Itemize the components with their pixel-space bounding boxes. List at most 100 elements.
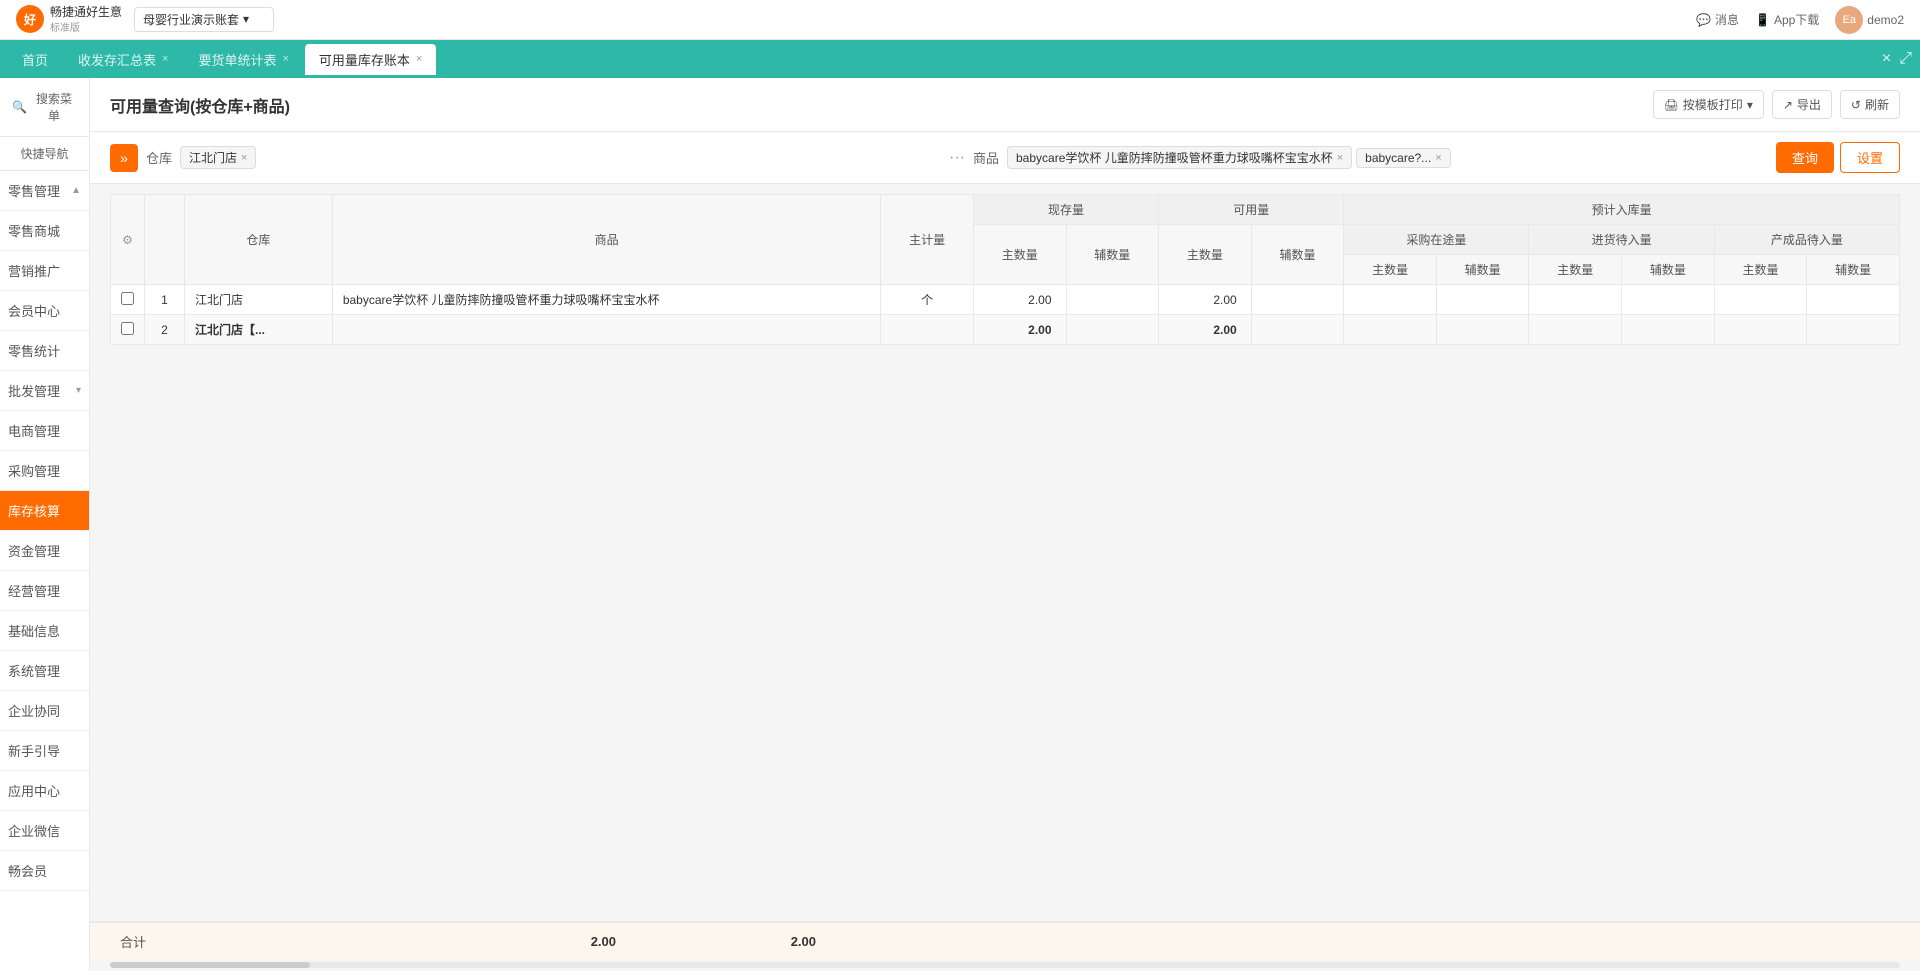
- filter-bar: » 仓库 江北门店 × ··· 商品 babycare学饮杯 儿童防摔防撞吸管杯…: [90, 132, 1920, 184]
- row2-check[interactable]: [121, 322, 134, 335]
- sidebar-item-enterprise[interactable]: 企业协同: [0, 691, 89, 731]
- sidebar-item-vip[interactable]: 畅会员: [0, 851, 89, 891]
- avatar: Ea: [1835, 6, 1863, 34]
- logo-sub: 标准版: [50, 19, 122, 34]
- th-production-pending: 产成品待入量: [1714, 225, 1899, 255]
- warehouse-tag-close[interactable]: ×: [241, 152, 247, 164]
- product-tag-text-1: babycare学饮杯 儿童防摔防撞吸管杯重力球吸嘴杯宝宝水杯: [1016, 149, 1333, 166]
- search-menu-button[interactable]: 🔍 搜索菜单: [8, 86, 81, 128]
- sidebar-item-retail-mgmt[interactable]: 零售管理 ▲: [0, 171, 89, 211]
- horizontal-scrollbar[interactable]: [110, 962, 1900, 968]
- row2-avail-main: 2.00: [1159, 315, 1252, 345]
- row1-current-aux: [1066, 285, 1159, 315]
- row2-unit: [881, 315, 974, 345]
- sidebar-item-ecommerce[interactable]: 电商管理: [0, 411, 89, 451]
- maximize-icon[interactable]: ⤢: [1899, 50, 1912, 68]
- tab-available-ledger[interactable]: 可用量库存账本 ×: [305, 44, 436, 75]
- app-download-action[interactable]: 📱 App下载: [1755, 11, 1819, 28]
- content-area: 可用量查询(按仓库+商品) 🖨 按模板打印 ▾ ↗ 导出 ↺ 刷新: [90, 78, 1920, 971]
- close-window-icon[interactable]: ×: [1882, 50, 1891, 68]
- table-row: 1 江北门店 babycare学饮杯 儿童防摔防撞吸管杯重力球吸嘴杯宝宝水杯 个…: [111, 285, 1900, 315]
- sidebar-item-new-guide[interactable]: 新手引导: [0, 731, 89, 771]
- settings-button[interactable]: 设置: [1840, 142, 1900, 173]
- wechat-label: 企业微信: [8, 821, 60, 840]
- purchase-label: 采购管理: [8, 461, 60, 480]
- wholesale-label: 批发管理: [8, 381, 60, 400]
- scroll-thumb[interactable]: [110, 962, 310, 968]
- sidebar-item-member[interactable]: 会员中心: [0, 291, 89, 331]
- tab-bar: 首页 收发存汇总表 × 要货单统计表 × 可用量库存账本 × × ⤢: [0, 40, 1920, 78]
- system-label: 系统管理: [8, 661, 60, 680]
- row2-checkbox[interactable]: [111, 315, 145, 345]
- sidebar-item-marketing[interactable]: 营销推广: [0, 251, 89, 291]
- query-button[interactable]: 查询: [1776, 142, 1834, 173]
- tab-order-stats[interactable]: 要货单统计表 ×: [184, 44, 302, 75]
- tab-receive-summary[interactable]: 收发存汇总表 ×: [64, 44, 182, 75]
- sidebar-search-area: 🔍 搜索菜单: [0, 78, 89, 137]
- basic-info-label: 基础信息: [8, 621, 60, 640]
- message-label: 消息: [1715, 11, 1739, 28]
- quick-nav-button[interactable]: 快捷导航: [0, 137, 89, 171]
- enterprise-label: 企业协同: [8, 701, 60, 720]
- th-procure-main: 主数量: [1344, 255, 1437, 285]
- row2-product: [332, 315, 881, 345]
- th-current-main: 主数量: [973, 225, 1066, 285]
- tab-available-close[interactable]: ×: [416, 53, 422, 65]
- finance-label: 资金管理: [8, 541, 60, 560]
- tab-home-label: 首页: [22, 50, 48, 69]
- tab-order-label: 要货单统计表: [198, 50, 276, 69]
- user-area[interactable]: Ea demo2: [1835, 6, 1904, 34]
- product-tags-area: babycare学饮杯 儿童防摔防撞吸管杯重力球吸嘴杯宝宝水杯 × babyca…: [1007, 146, 1768, 169]
- sidebar-item-retail-mall[interactable]: 零售商城: [0, 211, 89, 251]
- search-menu-label: 搜索菜单: [31, 90, 77, 124]
- sidebar-item-purchase[interactable]: 采购管理: [0, 451, 89, 491]
- filter-ellipsis[interactable]: ···: [949, 149, 965, 167]
- tab-receive-label: 收发存汇总表: [78, 50, 156, 69]
- column-settings-icon[interactable]: ⚙: [122, 233, 133, 247]
- warehouse-tag-1[interactable]: 江北门店 ×: [180, 146, 256, 169]
- ecommerce-label: 电商管理: [8, 421, 60, 440]
- inventory-table: ⚙ 仓库 商品 主计量 现存量 可用量 预计入库量 主数量 辅数量 主数量: [110, 194, 1900, 345]
- chevron-down-icon: ▾: [243, 12, 249, 26]
- logo-icon: 好: [16, 5, 44, 33]
- th-current-aux: 辅数量: [1066, 225, 1159, 285]
- industry-select[interactable]: 母婴行业演示账套 ▾: [134, 7, 274, 32]
- summary-row: 合计 2.00 2.00: [110, 923, 1900, 959]
- print-template-button[interactable]: 🖨 按模板打印 ▾: [1653, 90, 1764, 119]
- tab-order-close[interactable]: ×: [282, 53, 288, 65]
- filter-expand-button[interactable]: »: [110, 144, 138, 172]
- logo-name: 畅捷通好生意: [50, 5, 122, 19]
- page-header: 可用量查询(按仓库+商品) 🖨 按模板打印 ▾ ↗ 导出 ↺ 刷新: [90, 78, 1920, 132]
- new-guide-label: 新手引导: [8, 741, 60, 760]
- sidebar-item-app-center[interactable]: 应用中心: [0, 771, 89, 811]
- row1-checkbox[interactable]: [111, 285, 145, 315]
- tab-home[interactable]: 首页: [8, 44, 62, 75]
- product-tag-2[interactable]: babycare?... ×: [1356, 148, 1450, 168]
- export-button[interactable]: ↗ 导出: [1772, 90, 1832, 119]
- row1-check[interactable]: [121, 292, 134, 305]
- row1-warehouse: 江北门店: [185, 285, 333, 315]
- message-action[interactable]: 💬 消息: [1696, 11, 1739, 28]
- th-incoming-pending: 进货待入量: [1529, 225, 1714, 255]
- sidebar-item-basic-info[interactable]: 基础信息: [0, 611, 89, 651]
- sidebar-item-system[interactable]: 系统管理: [0, 651, 89, 691]
- product-tag-1[interactable]: babycare学饮杯 儿童防摔防撞吸管杯重力球吸嘴杯宝宝水杯 ×: [1007, 146, 1352, 169]
- page-actions: 🖨 按模板打印 ▾ ↗ 导出 ↺ 刷新: [1653, 90, 1900, 119]
- tab-receive-close[interactable]: ×: [162, 53, 168, 65]
- sidebar-item-wechat[interactable]: 企业微信: [0, 811, 89, 851]
- sidebar-item-finance[interactable]: 资金管理: [0, 531, 89, 571]
- app-icon: 📱: [1755, 13, 1770, 27]
- product-tag-close-1[interactable]: ×: [1337, 152, 1343, 164]
- refresh-button[interactable]: ↺ 刷新: [1840, 90, 1900, 119]
- search-icon: 🔍: [12, 100, 27, 114]
- sidebar-item-retail-stats[interactable]: 零售统计: [0, 331, 89, 371]
- sidebar-item-business[interactable]: 经营管理: [0, 571, 89, 611]
- product-tag-close-2[interactable]: ×: [1435, 152, 1441, 164]
- top-bar-right: 💬 消息 📱 App下载 Ea demo2: [1696, 6, 1904, 34]
- sidebar-item-inventory[interactable]: 库存核算: [0, 491, 89, 531]
- row1-current-main: 2.00: [973, 285, 1066, 315]
- warehouse-filter-label: 仓库: [146, 148, 172, 167]
- sidebar-item-wholesale[interactable]: 批发管理 ▾: [0, 371, 89, 411]
- th-warehouse: 仓库: [185, 195, 333, 285]
- industry-label: 母婴行业演示账套: [143, 11, 239, 28]
